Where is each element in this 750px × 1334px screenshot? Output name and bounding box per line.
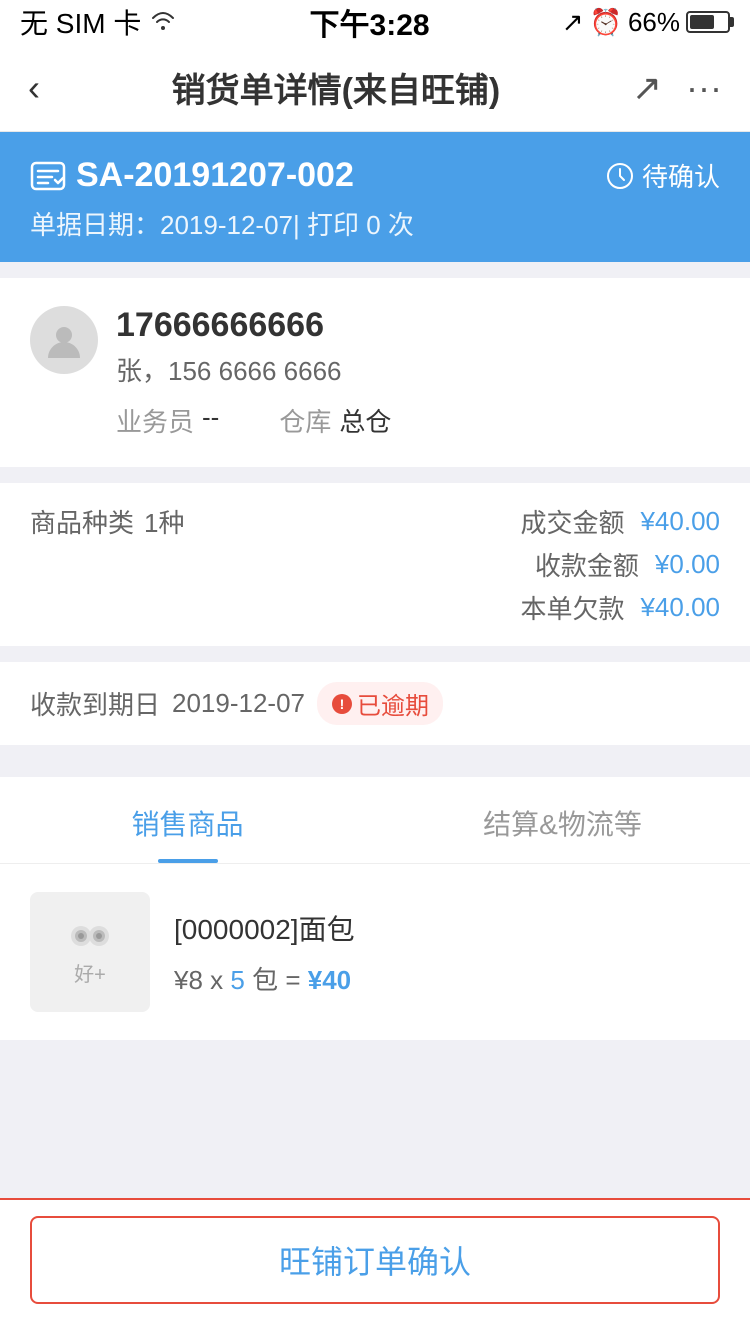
order-status: 待确认: [606, 157, 720, 194]
product-thumbnail: 好+: [30, 892, 150, 1012]
battery-percent: 66%: [628, 7, 680, 38]
order-date-line: 单据日期：2019-12-07| 打印 0 次: [30, 205, 720, 242]
svg-text:!: !: [340, 696, 345, 712]
more-icon[interactable]: ···: [686, 67, 722, 109]
location-icon: ↗: [562, 7, 584, 38]
carrier-text: 无 SIM 卡: [20, 2, 141, 42]
overdue-text: 已逾期: [357, 686, 429, 721]
customer-phone: 17666666666: [116, 306, 720, 345]
received-value: ¥0.00: [655, 549, 720, 580]
alarm-icon: ⏰: [590, 7, 622, 38]
amount-value: ¥40.00: [640, 506, 720, 537]
received-label: 收款金额: [535, 546, 639, 583]
page-title: 销货单详情(来自旺铺): [172, 63, 501, 112]
amount-summary: 成交金额 ¥40.00 收款金额 ¥0.00 本单欠款 ¥40.00: [520, 503, 720, 626]
product-type-value: 1种: [144, 503, 184, 540]
order-header-top: SA-20191207-002 待确认: [30, 156, 720, 195]
back-button[interactable]: ‹: [28, 67, 40, 109]
order-icon: [30, 161, 66, 191]
product-type: 商品种类 1种: [30, 503, 184, 540]
order-number-text: SA-20191207-002: [76, 156, 354, 195]
status-carrier: 无 SIM 卡: [20, 2, 177, 42]
customer-name: 张，156 6666 6666: [116, 351, 720, 388]
customer-card: 17666666666 张，156 6666 6666 业务员 -- 仓库 总仓: [0, 278, 750, 467]
confirm-button[interactable]: 旺铺订单确认: [30, 1216, 720, 1304]
customer-section: 17666666666 张，156 6666 6666 业务员 -- 仓库 总仓: [30, 306, 720, 439]
divider-3: [0, 745, 750, 761]
divider-2: [0, 646, 750, 662]
order-header: SA-20191207-002 待确认 单据日期：2019-12-07| 打印 …: [0, 132, 750, 262]
battery-icon: [686, 11, 730, 33]
user-icon: [44, 320, 84, 360]
received-row: 收款金额 ¥0.00: [535, 546, 720, 583]
status-time: 下午3:28: [310, 0, 430, 44]
sales-meta: 业务员 --: [116, 402, 219, 439]
tab-sales-products[interactable]: 销售商品: [0, 777, 375, 863]
warehouse-label: 仓库: [279, 402, 331, 439]
due-date-section: 收款到期日 2019-12-07 ! 已逾期: [0, 662, 750, 745]
status-indicators: ↗ ⏰ 66%: [562, 7, 730, 38]
date-label: 单据日期：: [30, 210, 160, 240]
product-qty: 5: [230, 965, 244, 995]
warehouse-value: 总仓: [339, 402, 391, 439]
product-title: 面包: [299, 914, 355, 945]
product-logo-text: 好+: [74, 958, 106, 987]
product-info: [0000002]面包 ¥8 x 5 包 = ¥40: [174, 908, 720, 997]
tab-settlement[interactable]: 结算&物流等: [375, 777, 750, 863]
sales-value: --: [202, 402, 219, 439]
warehouse-meta: 仓库 总仓: [279, 402, 391, 439]
avatar: [30, 306, 98, 374]
product-name: [0000002]面包: [174, 908, 720, 948]
nav-actions: ↗ ···: [632, 67, 722, 109]
debt-value: ¥40.00: [640, 592, 720, 623]
product-logo-icon: [65, 918, 115, 954]
warning-icon: !: [331, 693, 353, 715]
amount-row: 成交金额 ¥40.00: [520, 503, 720, 540]
product-unit: 包: [252, 965, 278, 995]
product-code: [0000002]: [174, 914, 299, 945]
sales-label: 业务员: [116, 402, 194, 439]
debt-row: 本单欠款 ¥40.00: [520, 589, 720, 626]
product-price: ¥8: [174, 965, 203, 995]
tab-settlement-label: 结算&物流等: [483, 809, 642, 840]
summary-section: 商品种类 1种 成交金额 ¥40.00 收款金额 ¥0.00 本单欠款 ¥40.…: [0, 483, 750, 646]
nav-bar: ‹ 销货单详情(来自旺铺) ↗ ···: [0, 44, 750, 132]
clock-icon: [606, 162, 634, 190]
due-date-value: 2019-12-07: [172, 688, 305, 719]
share-icon[interactable]: ↗: [632, 67, 662, 109]
status-bar: 无 SIM 卡 下午3:28 ↗ ⏰ 66%: [0, 0, 750, 44]
divider-1: [0, 467, 750, 483]
tabs-section: 销售商品 结算&物流等: [0, 777, 750, 864]
overdue-badge: ! 已逾期: [317, 682, 443, 725]
print-text: | 打印 0 次: [293, 210, 414, 240]
product-item: 好+ [0000002]面包 ¥8 x 5 包 = ¥40: [0, 864, 750, 1040]
product-price-line: ¥8 x 5 包 = ¥40: [174, 960, 720, 997]
product-total: ¥40: [308, 965, 351, 995]
order-date: 2019-12-07: [160, 210, 293, 240]
product-type-label: 商品种类: [30, 503, 134, 540]
customer-info: 17666666666 张，156 6666 6666 业务员 -- 仓库 总仓: [116, 306, 720, 439]
status-text: 待确认: [642, 157, 720, 194]
debt-label: 本单欠款: [520, 589, 624, 626]
wifi-icon: [149, 12, 177, 32]
due-date-label: 收款到期日: [30, 685, 160, 722]
customer-meta: 业务员 -- 仓库 总仓: [116, 402, 720, 439]
tab-sales-label: 销售商品: [131, 809, 243, 840]
order-number: SA-20191207-002: [30, 156, 354, 195]
amount-label: 成交金额: [520, 503, 624, 540]
bottom-bar: 旺铺订单确认: [0, 1198, 750, 1334]
